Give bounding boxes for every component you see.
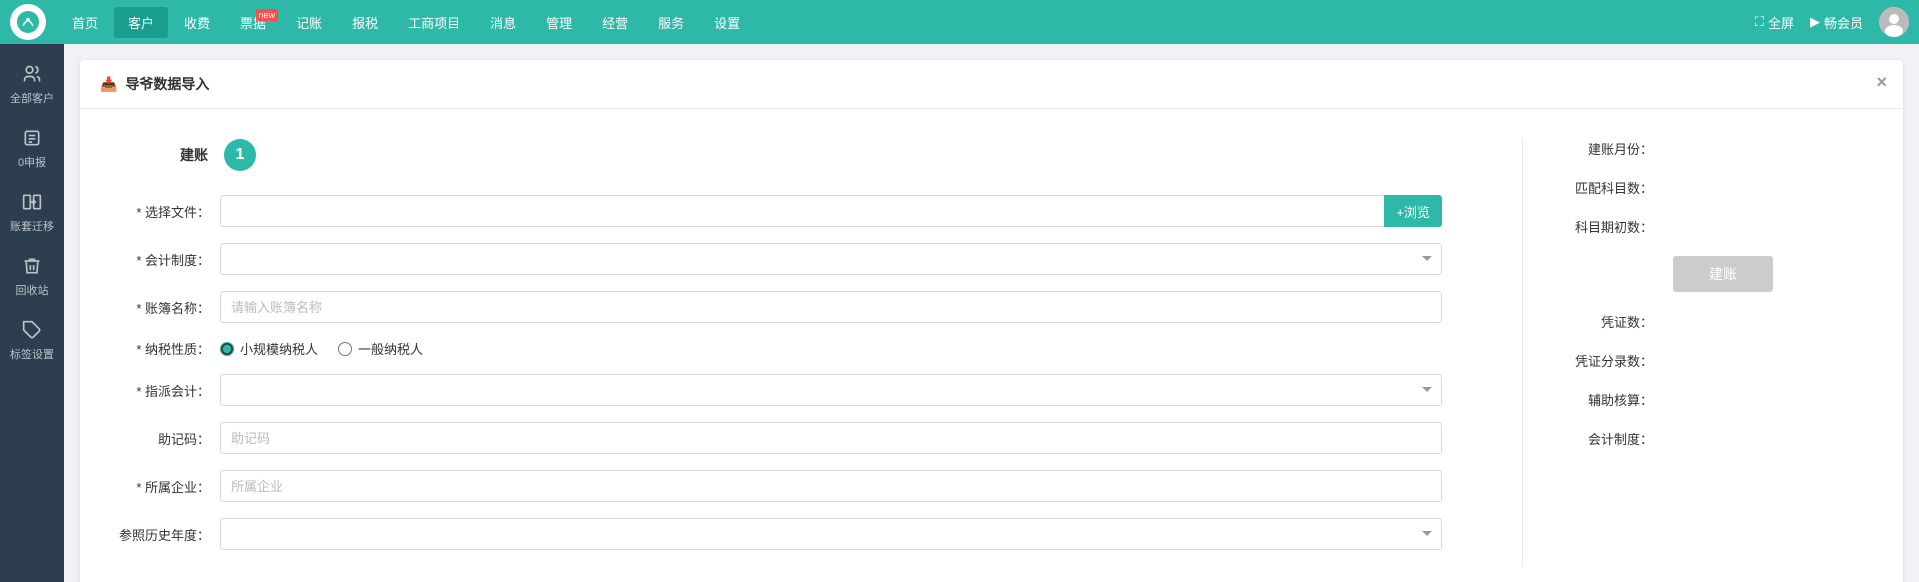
info-row-auxiliary: 辅助核算： bbox=[1563, 390, 1883, 409]
form-row-accounting: * 会计制度： bbox=[100, 243, 1442, 275]
nav-tax[interactable]: 报税 bbox=[338, 7, 392, 38]
step-label: 建账 bbox=[180, 145, 208, 165]
nav-manage[interactable]: 管理 bbox=[532, 7, 586, 38]
member-btn[interactable]: ▶ 畅会员 bbox=[1810, 13, 1863, 32]
month-label: 建账月份： bbox=[1563, 139, 1663, 158]
nav-right: ⛶ 全屏 ▶ 畅会员 bbox=[1755, 7, 1909, 37]
avatar[interactable] bbox=[1879, 7, 1909, 37]
radio-group-tax: 小规模纳税人 一般纳税人 bbox=[220, 339, 423, 358]
nav-fee[interactable]: 收费 bbox=[170, 7, 224, 38]
file-input[interactable] bbox=[220, 195, 1384, 227]
form-row-company: * 所属企业： bbox=[100, 470, 1442, 502]
sidebar: 全部客户 0申报 账套迁移 回收站 标签设置 bbox=[0, 44, 64, 582]
member-icon: ▶ bbox=[1810, 14, 1820, 30]
radio-small-tax[interactable]: 小规模纳税人 bbox=[220, 339, 318, 358]
form-row-accountant: * 指派会计： bbox=[100, 374, 1442, 406]
radio-small-tax-input[interactable] bbox=[220, 342, 234, 356]
form-section: 建账 1 * 选择文件： +浏览 * 会计制度： bbox=[100, 139, 1482, 566]
nav-home[interactable]: 首页 bbox=[58, 7, 112, 38]
nav-service[interactable]: 服务 bbox=[644, 7, 698, 38]
logo[interactable] bbox=[10, 4, 46, 40]
radio-general-tax-label: 一般纳税人 bbox=[358, 339, 423, 358]
info-row-month: 建账月份： bbox=[1563, 139, 1883, 158]
declare-icon bbox=[20, 126, 44, 150]
accounting-system-label: 会计制度： bbox=[1563, 429, 1663, 448]
accounting-select[interactable] bbox=[220, 243, 1442, 275]
trash-icon bbox=[20, 254, 44, 278]
step-header: 建账 1 bbox=[180, 139, 1442, 171]
sidebar-item-tags[interactable]: 标签设置 bbox=[0, 308, 64, 372]
info-row-voucher: 凭证数： bbox=[1563, 312, 1883, 331]
sidebar-item-migrate[interactable]: 账套迁移 bbox=[0, 180, 64, 244]
form-row-file: * 选择文件： +浏览 bbox=[100, 195, 1442, 227]
accountant-label: * 指派会计： bbox=[100, 381, 220, 400]
nav-customer[interactable]: 客户 bbox=[114, 7, 168, 38]
panel-header: 📥 导爷数据导入 × bbox=[80, 60, 1903, 109]
nav-invoice[interactable]: 票据 new bbox=[226, 7, 280, 38]
bookname-label: * 账簿名称： bbox=[100, 298, 220, 317]
info-row-match: 匹配科目数： bbox=[1563, 178, 1883, 197]
info-row-voucher-records: 凭证分录数： bbox=[1563, 351, 1883, 370]
form-row-bookname: * 账簿名称： bbox=[100, 291, 1442, 323]
company-input[interactable] bbox=[220, 470, 1442, 502]
step-circle: 1 bbox=[224, 139, 256, 171]
voucher-records-label: 凭证分录数： bbox=[1563, 351, 1663, 370]
radio-small-tax-label: 小规模纳税人 bbox=[240, 339, 318, 358]
match-label: 匹配科目数： bbox=[1563, 178, 1663, 197]
panel: 📥 导爷数据导入 × 建账 1 * 选择文件： +浏览 bbox=[80, 60, 1903, 582]
history-label: 参照历史年度： bbox=[100, 525, 220, 544]
accounting-label: * 会计制度： bbox=[100, 250, 220, 269]
fullscreen-icon: ⛶ bbox=[1755, 14, 1764, 30]
browse-button[interactable]: +浏览 bbox=[1384, 195, 1442, 227]
sidebar-item-all-customers[interactable]: 全部客户 bbox=[0, 52, 64, 116]
tax-label: * 纳税性质： bbox=[100, 339, 220, 358]
sidebar-item-trash[interactable]: 回收站 bbox=[0, 244, 64, 308]
users-icon bbox=[20, 62, 44, 86]
info-row-period: 科目期初数： bbox=[1563, 217, 1883, 236]
info-row-accounting-system: 会计制度： bbox=[1563, 429, 1883, 448]
panel-title: 导爷数据导入 bbox=[125, 74, 209, 94]
nav-operation[interactable]: 经营 bbox=[588, 7, 642, 38]
file-input-group: +浏览 bbox=[220, 195, 1442, 227]
file-label: * 选择文件： bbox=[100, 202, 220, 221]
bookname-input[interactable] bbox=[220, 291, 1442, 323]
history-select[interactable] bbox=[220, 518, 1442, 550]
form-row-memo: 助记码： bbox=[100, 422, 1442, 454]
divider bbox=[1522, 139, 1523, 566]
auxiliary-label: 辅助核算： bbox=[1563, 390, 1663, 409]
accountant-select[interactable] bbox=[220, 374, 1442, 406]
top-nav: 首页 客户 收费 票据 new 记账 报税 工商项目 消息 管理 经营 服务 设… bbox=[0, 0, 1919, 44]
new-badge: new bbox=[256, 9, 279, 21]
import-icon: 📥 bbox=[100, 76, 117, 93]
content-area: 📥 导爷数据导入 × 建账 1 * 选择文件： +浏览 bbox=[64, 44, 1919, 582]
nav-business[interactable]: 工商项目 bbox=[394, 7, 474, 38]
main-layout: 全部客户 0申报 账套迁移 回收站 标签设置 bbox=[0, 44, 1919, 582]
nav-items: 首页 客户 收费 票据 new 记账 报税 工商项目 消息 管理 经营 服务 设… bbox=[58, 7, 1755, 38]
memo-label: 助记码： bbox=[100, 429, 220, 448]
radio-general-tax-input[interactable] bbox=[338, 342, 352, 356]
fullscreen-btn[interactable]: ⛶ 全屏 bbox=[1755, 13, 1794, 32]
migrate-icon bbox=[20, 190, 44, 214]
voucher-label: 凭证数： bbox=[1563, 312, 1663, 331]
nav-message[interactable]: 消息 bbox=[476, 7, 530, 38]
sidebar-item-declare[interactable]: 0申报 bbox=[0, 116, 64, 180]
nav-bookkeeping[interactable]: 记账 bbox=[282, 7, 336, 38]
close-button[interactable]: × bbox=[1876, 72, 1887, 93]
form-row-history: 参照历史年度： bbox=[100, 518, 1442, 550]
tag-icon bbox=[20, 318, 44, 342]
create-button[interactable]: 建账 bbox=[1673, 256, 1773, 292]
info-section: 建账月份： 匹配科目数： 科目期初数： 建账 凭证数： bbox=[1563, 139, 1883, 566]
form-row-tax: * 纳税性质： 小规模纳税人 一般纳税人 bbox=[100, 339, 1442, 358]
company-label: * 所属企业： bbox=[100, 477, 220, 496]
panel-body: 建账 1 * 选择文件： +浏览 * 会计制度： bbox=[80, 109, 1903, 582]
radio-general-tax[interactable]: 一般纳税人 bbox=[338, 339, 423, 358]
memo-input[interactable] bbox=[220, 422, 1442, 454]
period-label: 科目期初数： bbox=[1563, 217, 1663, 236]
nav-settings[interactable]: 设置 bbox=[700, 7, 754, 38]
